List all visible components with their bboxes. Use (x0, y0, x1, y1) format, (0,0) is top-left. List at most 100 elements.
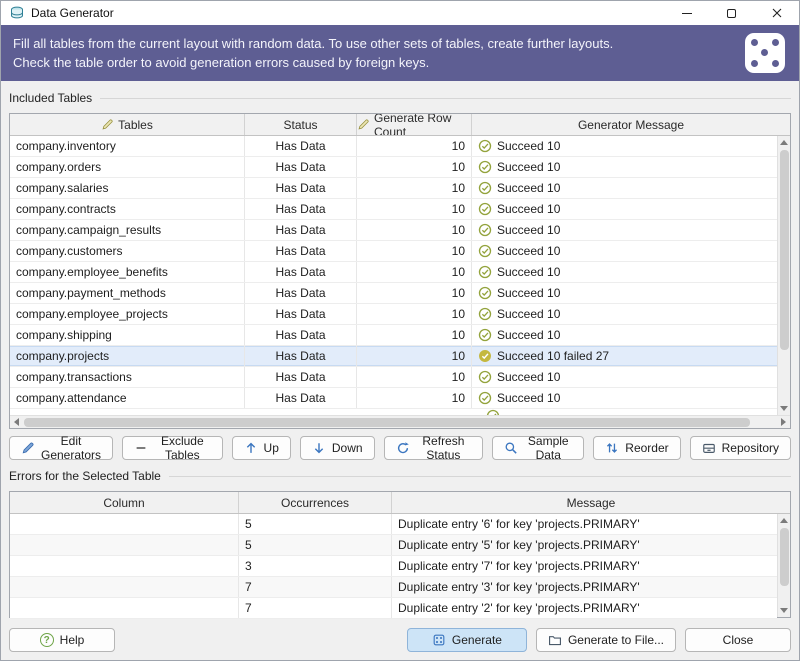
generate-button[interactable]: Generate (406, 628, 527, 652)
status-cell: Has Data (245, 241, 357, 261)
generator-message-cell: Succeed 10 (472, 262, 777, 282)
success-icon (478, 244, 492, 258)
table-row[interactable]: company.campaign_results Has Data 10 Succee… (10, 220, 777, 241)
refresh-status-button[interactable]: Refresh Status (383, 434, 484, 462)
generator-message-cell: Succeed 10 (472, 325, 777, 345)
horizontal-scrollbar[interactable] (10, 415, 790, 428)
table-name-cell: company.projects (10, 346, 245, 366)
table-row[interactable]: company.shipping Has Data 10 Succeed 10 (10, 325, 777, 346)
table-row[interactable]: company.salaries Has Data 10 Succeed 10 (10, 178, 777, 199)
sample-data-button[interactable]: Sample Data (492, 434, 585, 462)
vertical-scrollbar[interactable] (777, 136, 790, 415)
help-icon: ? (39, 633, 54, 647)
generator-message-cell: Succeed 10 (472, 241, 777, 261)
edit-generators-button[interactable]: Edit Generators (9, 434, 114, 462)
table-name-cell: company.orders (10, 157, 245, 177)
success-icon (478, 391, 492, 405)
success-icon (478, 328, 492, 342)
row-count-cell: 10 (357, 157, 472, 177)
status-cell: Has Data (245, 262, 357, 282)
maximize-button[interactable] (709, 1, 754, 25)
status-cell: Has Data (245, 367, 357, 387)
generator-message-cell: Succeed 10 failed 27 (472, 346, 777, 366)
error-column-cell (10, 514, 239, 534)
errors-section-label: Errors for the Selected Table (9, 469, 791, 483)
title-bar: Data Generator (1, 1, 799, 25)
error-message-cell: Duplicate entry '7' for key 'projects.PR… (398, 559, 640, 573)
status-cell: Has Data (245, 283, 357, 303)
repository-button[interactable]: Repository (689, 436, 791, 460)
down-button[interactable]: Down (299, 436, 375, 460)
exclude-tables-button[interactable]: Exclude Tables (122, 434, 223, 462)
success-icon (478, 370, 492, 384)
success-icon (478, 265, 492, 279)
status-cell: Has Data (245, 178, 357, 198)
column-header-occurrences[interactable]: Occurrences (239, 492, 392, 513)
column-header-status[interactable]: Status (245, 114, 357, 135)
error-column-cell (10, 556, 239, 576)
table-row[interactable]: company.inventory Has Data 10 Succeed 10 (10, 136, 777, 157)
occurrences-cell: 7 (239, 577, 392, 597)
table-name-cell: company.salaries (10, 178, 245, 198)
column-header-generator-message[interactable]: Generator Message (472, 114, 790, 135)
generator-message-cell: Succeed 10 (472, 157, 777, 177)
row-count-cell: 10 (357, 388, 472, 408)
table-name-cell: company.attendance (10, 388, 245, 408)
row-count-cell: 10 (357, 262, 472, 282)
window-controls (664, 1, 799, 25)
generate-to-file-button[interactable]: Generate to File... (535, 628, 676, 652)
close-button[interactable] (754, 1, 799, 25)
table-row[interactable]: company.transactions Has Data 10 Succeed 10 (10, 367, 777, 388)
scroll-right-arrow[interactable] (777, 416, 790, 429)
table-row[interactable]: company.projects Has Data 10 Succeed 10 fai… (10, 346, 777, 367)
table-toolbar: Edit Generators Exclude Tables Up Down R… (9, 434, 791, 462)
table-name-cell: company.shipping (10, 325, 245, 345)
error-column-cell (10, 535, 239, 555)
scroll-left-arrow[interactable] (10, 416, 23, 429)
table-name-cell: company.inventory (10, 136, 245, 156)
scroll-down-arrow[interactable] (778, 604, 791, 617)
error-row[interactable]: 7 Duplicate entry '2' for key 'projects.P… (10, 598, 777, 619)
table-row[interactable]: company.contracts Has Data 10 Succeed 10 (10, 199, 777, 220)
table-name-cell: company.employee_projects (10, 304, 245, 324)
table-row[interactable]: company.attendance Has Data 10 Succeed 10 (10, 388, 777, 409)
success-icon (478, 160, 492, 174)
vertical-scrollbar[interactable] (777, 514, 790, 617)
help-button[interactable]: ? Help (9, 628, 115, 652)
scrollbar-thumb[interactable] (779, 150, 789, 350)
refresh-icon (396, 441, 410, 455)
success-icon (478, 307, 492, 321)
minimize-button[interactable] (664, 1, 709, 25)
table-row[interactable]: company.employee_projects Has Data 10 Succe… (10, 304, 777, 325)
arrow-down-icon (312, 441, 326, 455)
error-row[interactable]: 5 Duplicate entry '6' for key 'projects.P… (10, 514, 777, 535)
error-row[interactable]: 5 Duplicate entry '5' for key 'projects.P… (10, 535, 777, 556)
generator-message-cell: Succeed 10 (472, 283, 777, 303)
header-banner: Fill all tables from the current layout … (1, 25, 799, 81)
column-header-message[interactable]: Message (392, 492, 790, 513)
close-dialog-button[interactable]: Close (685, 628, 791, 652)
table-row[interactable]: company.employee_benefits Has Data 10 Succe… (10, 262, 777, 283)
scroll-down-arrow[interactable] (778, 402, 791, 415)
table-name-cell: company.campaign_results (10, 220, 245, 240)
repository-icon (702, 441, 716, 455)
success-icon (478, 286, 492, 300)
table-row[interactable]: company.orders Has Data 10 Succeed 10 (10, 157, 777, 178)
scroll-up-arrow[interactable] (778, 136, 791, 149)
occurrences-cell: 5 (239, 514, 392, 534)
row-count-cell: 10 (357, 178, 472, 198)
column-header-tables[interactable]: Tables (10, 114, 245, 135)
scroll-up-arrow[interactable] (778, 514, 791, 527)
column-header-row-count[interactable]: Generate Row Count (357, 114, 472, 135)
up-button[interactable]: Up (231, 436, 291, 460)
column-header-column[interactable]: Column (10, 492, 239, 513)
generator-message-cell: Succeed 10 (472, 367, 777, 387)
reorder-button[interactable]: Reorder (593, 436, 681, 460)
table-row[interactable]: company.payment_methods Has Data 10 Succeed… (10, 283, 777, 304)
error-row[interactable]: 7 Duplicate entry '3' for key 'projects.P… (10, 577, 777, 598)
status-cell: Has Data (245, 199, 357, 219)
table-row[interactable]: company.customers Has Data 10 Succeed 10 (10, 241, 777, 262)
scrollbar-thumb[interactable] (24, 417, 750, 427)
error-row[interactable]: 3 Duplicate entry '7' for key 'projects.P… (10, 556, 777, 577)
scrollbar-thumb[interactable] (779, 528, 789, 586)
